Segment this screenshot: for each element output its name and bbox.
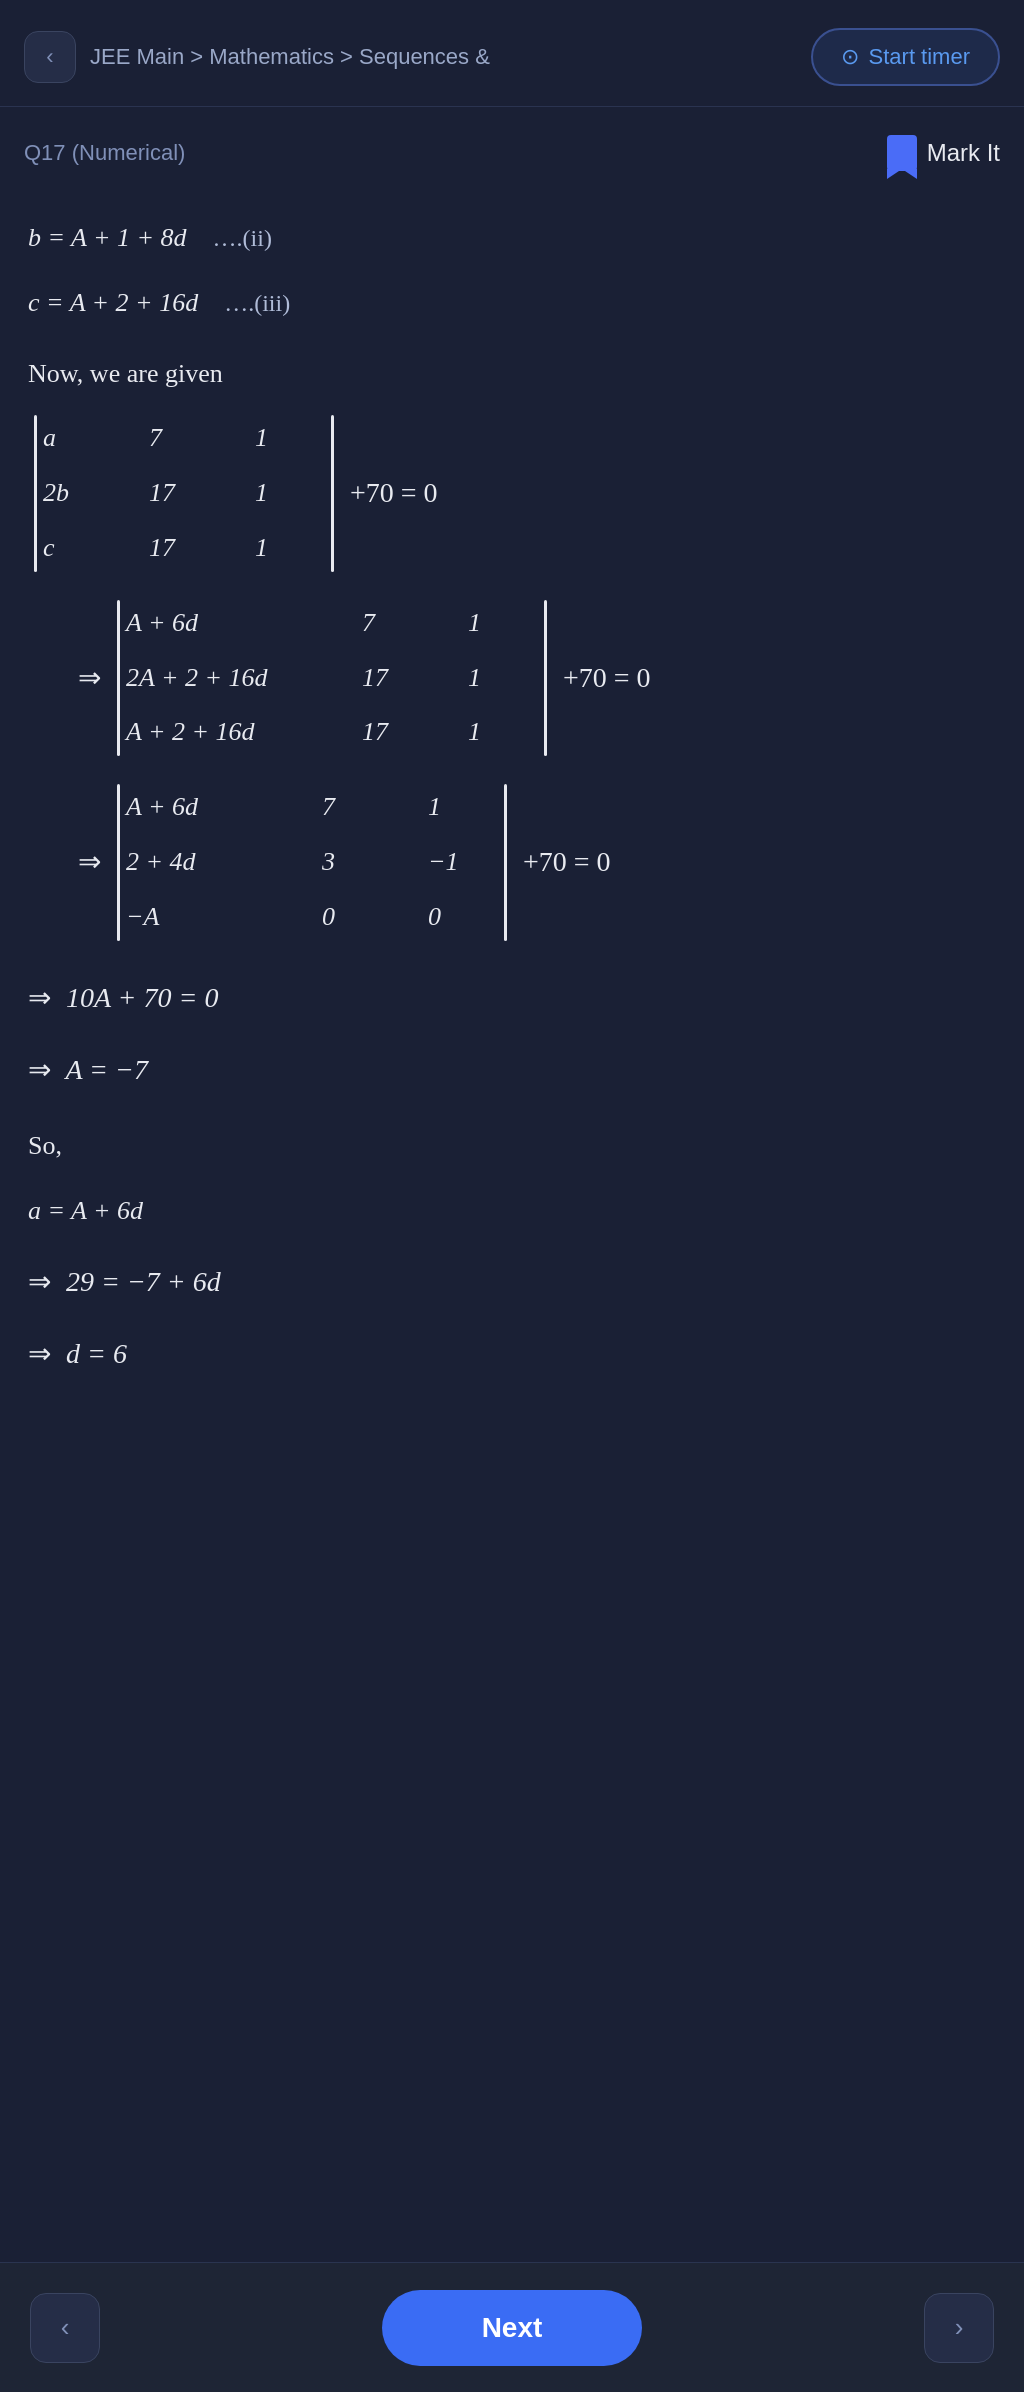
prev-arrow-icon: ‹	[61, 2312, 70, 2343]
question-label: Q17 (Numerical)	[24, 140, 185, 166]
content-area: b = A + 1 + 8d ….(ii) c = A + 2 + 16d ….…	[0, 187, 1024, 1602]
next-arrow-button[interactable]: ›	[924, 2293, 994, 2363]
result-line-1: ⇒ 10A + 70 = 0	[28, 973, 996, 1023]
so-text: So,	[28, 1123, 996, 1170]
determinant-1: a 7 1 2b 17 1 c 17 1 +70 = 0	[28, 415, 996, 571]
header-left: ‹ JEE Main > Mathematics > Sequences &	[24, 31, 490, 83]
breadcrumb: JEE Main > Mathematics > Sequences &	[90, 44, 490, 70]
start-timer-label: Start timer	[869, 44, 970, 70]
bookmark-icon	[887, 135, 917, 171]
prev-button[interactable]: ‹	[30, 2293, 100, 2363]
det1-suffix: +70 = 0	[350, 468, 438, 518]
result-line-4: ⇒ d = 6	[28, 1329, 996, 1379]
question-header: Q17 (Numerical) Mark It	[0, 107, 1024, 187]
det3-suffix: +70 = 0	[523, 837, 611, 887]
det-grid-2: A + 6d 7 1 2A + 2 + 16d 17 1 A + 2 + 16d…	[126, 600, 538, 756]
equation-c: c = A + 2 + 16d ….(iii)	[28, 280, 996, 327]
start-timer-button[interactable]: ⊙ Start timer	[811, 28, 1000, 86]
next-arrow-icon: ›	[955, 2312, 964, 2343]
det-grid-1: a 7 1 2b 17 1 c 17 1	[43, 415, 325, 571]
arrow-1: ⇒	[78, 653, 101, 703]
result-line-3: ⇒ 29 = −7 + 6d	[28, 1257, 996, 1307]
mark-it-button[interactable]: Mark It	[887, 135, 1000, 171]
det-grid-3: A + 6d 7 1 2 + 4d 3 −1 −A 0 0	[126, 784, 498, 940]
intro-text: Now, we are given	[28, 351, 996, 398]
equation-b: b = A + 1 + 8d ….(ii)	[28, 215, 996, 262]
eq-a-line: a = A + 6d	[28, 1188, 996, 1235]
det2-suffix: +70 = 0	[563, 653, 651, 703]
determinant-3-outer: ⇒ A + 6d 7 1 2 + 4d 3 −1 −A 0 0	[28, 784, 996, 940]
next-label: Next	[482, 2312, 543, 2343]
timer-icon: ⊙	[841, 44, 859, 70]
bottom-navigation: ‹ Next ›	[0, 2262, 1024, 2392]
determinant-2-outer: ⇒ A + 6d 7 1 2A + 2 + 16d 17 1 A + 2 + 1…	[28, 600, 996, 756]
mark-it-label: Mark It	[927, 139, 1000, 167]
back-button[interactable]: ‹	[24, 31, 76, 83]
det-bar-left	[34, 415, 37, 571]
next-button[interactable]: Next	[382, 2290, 643, 2366]
result-line-2: ⇒ A = −7	[28, 1045, 996, 1095]
arrow-2: ⇒	[78, 837, 101, 887]
header: ‹ JEE Main > Mathematics > Sequences & ⊙…	[0, 0, 1024, 107]
det-bar-right	[331, 415, 334, 571]
